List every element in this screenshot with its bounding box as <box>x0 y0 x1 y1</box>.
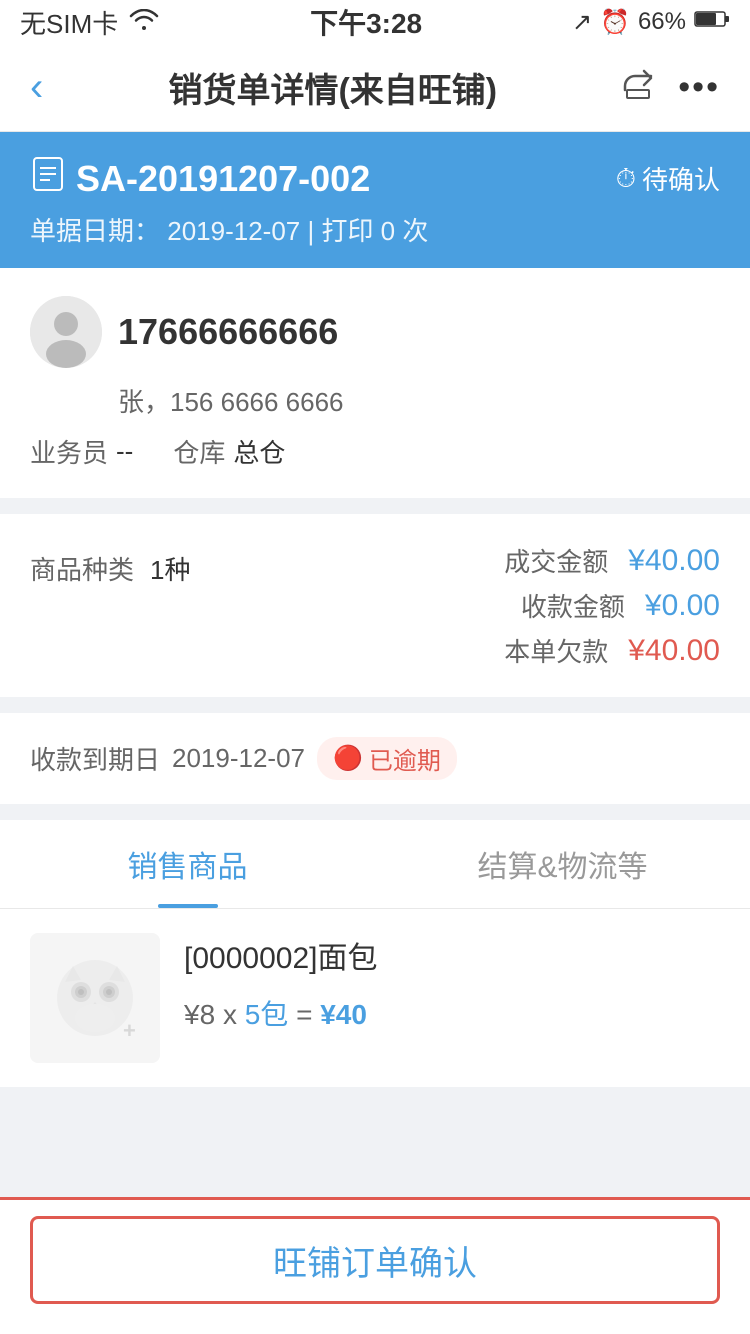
type-value: 1种 <box>150 550 190 587</box>
order-id: SA-20191207-002 <box>30 156 370 201</box>
due-section: 收款到期日 2019-12-07 🔴 已逾期 <box>0 713 750 804</box>
overdue-icon: 🔴 <box>333 744 363 773</box>
nav-actions: ••• <box>622 68 720 108</box>
more-icon[interactable]: ••• <box>678 68 720 107</box>
stats-row: 商品种类 1种 成交金额 ¥40.00 收款金额 ¥0.00 本单欠款 ¥40.… <box>30 542 720 669</box>
tabs-section: 销售商品 结算&物流等 <box>0 820 750 909</box>
due-label: 本单欠款 <box>504 632 608 669</box>
customer-section: 17666666666 张，156 6666 6666 业务员 -- 仓库 总仓 <box>0 268 750 498</box>
equals-symbol: = <box>296 999 320 1030</box>
collected-value: ¥0.00 <box>645 589 720 623</box>
quantity: 5包 <box>245 999 289 1030</box>
svg-text:+: + <box>123 1018 136 1043</box>
collected-line: 收款金额 ¥0.00 <box>521 587 720 624</box>
no-sim-text: 无SIM卡 <box>20 4 118 41</box>
sales-meta: 业务员 -- <box>30 433 133 470</box>
collected-label: 收款金额 <box>521 587 625 624</box>
back-button[interactable]: ‹ <box>30 65 43 110</box>
status-left: 无SIM卡 <box>20 4 160 41</box>
due-date-label: 收款到期日 <box>30 740 160 777</box>
battery-text: 66% <box>638 8 686 36</box>
order-date: 单据日期： 2019-12-07 | 打印 0 次 <box>30 211 720 248</box>
overdue-badge: 🔴 已逾期 <box>317 737 457 780</box>
wifi-icon <box>128 7 160 38</box>
customer-row: 17666666666 <box>30 296 720 368</box>
order-id-row: SA-20191207-002 ⏱ 待确认 <box>30 156 720 201</box>
due-line: 本单欠款 ¥40.00 <box>504 632 720 669</box>
tab-settlement[interactable]: 结算&物流等 <box>375 820 750 908</box>
product-price: ¥8 x 5包 = ¥40 <box>184 993 720 1033</box>
customer-phone: 17666666666 <box>118 311 338 353</box>
tab-products[interactable]: 销售商品 <box>0 820 375 908</box>
warehouse-label: 仓库 <box>173 433 225 470</box>
confirm-order-button[interactable]: 旺铺订单确认 <box>30 1216 720 1304</box>
total-price: ¥40 <box>320 999 367 1030</box>
overdue-text: 已逾期 <box>369 741 441 776</box>
product-info: [0000002]面包 ¥8 x 5包 = ¥40 <box>184 933 720 1033</box>
due-date-value: 2019-12-07 <box>172 743 305 774</box>
page-title: 销货单详情(来自旺铺) <box>168 63 497 112</box>
clock-icon: ⏱ <box>616 163 636 195</box>
location-icon: ↗ <box>572 8 592 37</box>
stats-right: 成交金额 ¥40.00 收款金额 ¥0.00 本单欠款 ¥40.00 <box>504 542 720 669</box>
customer-meta: 业务员 -- 仓库 总仓 <box>30 433 720 470</box>
order-status: ⏱ 待确认 <box>616 160 720 197</box>
amount-value: ¥40.00 <box>628 544 720 578</box>
due-value: ¥40.00 <box>628 634 720 668</box>
multiply-symbol: x <box>223 999 245 1030</box>
order-header: SA-20191207-002 ⏱ 待确认 单据日期： 2019-12-07 |… <box>0 132 750 268</box>
status-time: 下午3:28 <box>310 2 422 42</box>
status-bar: 无SIM卡 下午3:28 ↗ ⏰ 66% <box>0 0 750 44</box>
customer-name: 张，156 6666 6666 <box>30 382 720 419</box>
alarm-icon: ⏰ <box>600 8 630 37</box>
status-right: ↗ ⏰ 66% <box>572 8 730 37</box>
nav-bar: ‹ 销货单详情(来自旺铺) ••• <box>0 44 750 132</box>
battery-icon <box>694 8 730 36</box>
share-icon[interactable] <box>622 68 654 108</box>
sales-value: -- <box>116 436 133 467</box>
product-section: + [0000002]面包 ¥8 x 5包 = ¥40 <box>0 909 750 1087</box>
avatar <box>30 296 102 368</box>
product-thumbnail: + <box>30 933 160 1063</box>
amount-line: 成交金额 ¥40.00 <box>504 542 720 579</box>
type-label: 商品种类 <box>30 550 134 587</box>
tab-underline <box>158 904 218 908</box>
sales-label: 业务员 <box>30 433 108 470</box>
order-icon <box>30 156 66 201</box>
amount-label: 成交金额 <box>504 542 608 579</box>
warehouse-meta: 仓库 总仓 <box>173 433 285 470</box>
product-name: [0000002]面包 <box>184 933 720 977</box>
confirm-button-container: 旺铺订单确认 <box>0 1197 750 1334</box>
stats-left: 商品种类 1种 <box>30 550 190 587</box>
stats-section: 商品种类 1种 成交金额 ¥40.00 收款金额 ¥0.00 本单欠款 ¥40.… <box>0 514 750 697</box>
warehouse-value: 总仓 <box>233 433 285 470</box>
